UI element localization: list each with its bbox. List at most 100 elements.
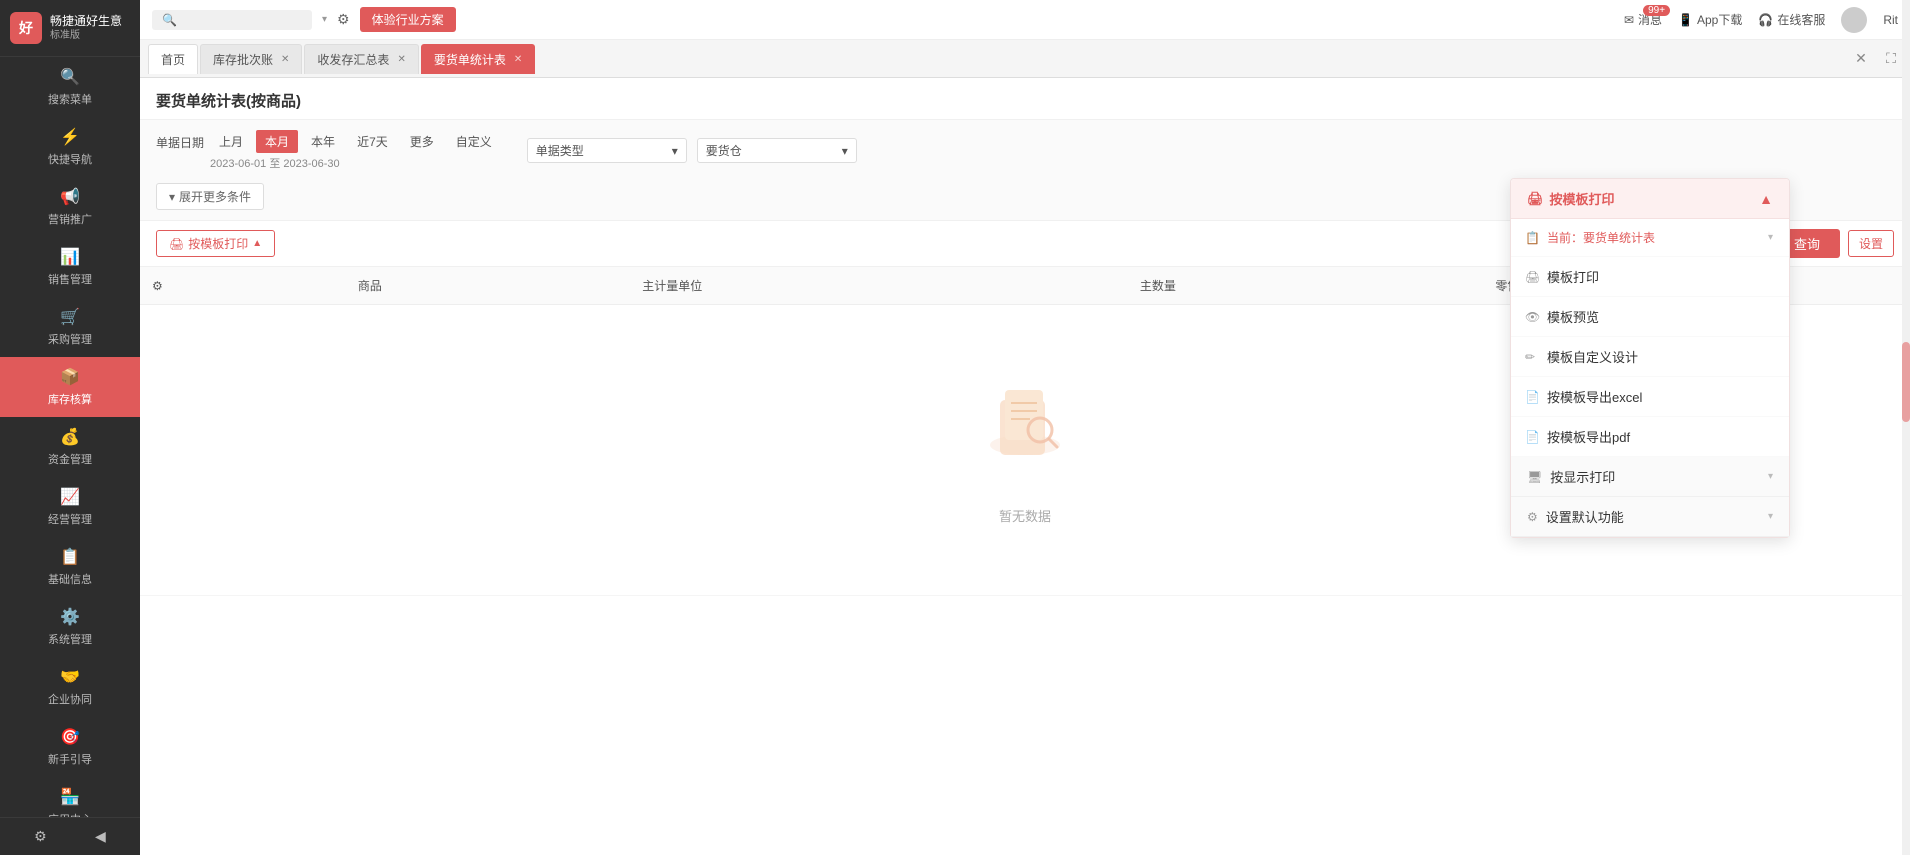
expand-icon: ▾ bbox=[169, 190, 175, 204]
sidebar-item-purchase[interactable]: 🛒采购管理 bbox=[0, 297, 140, 357]
tab-home[interactable]: 首页 bbox=[148, 44, 198, 74]
current-arrow: ▾ bbox=[1768, 232, 1773, 243]
section-icon-display-print: 🖥 bbox=[1527, 470, 1542, 484]
close-tab-button[interactable]: ✕ bbox=[1850, 48, 1872, 70]
sidebar-item-operation[interactable]: 📈经营管理 bbox=[0, 477, 140, 537]
item-icon-template-export-excel: 📄 bbox=[1525, 390, 1540, 404]
right-scrollbar[interactable] bbox=[1902, 0, 1910, 855]
print-dropdown-close[interactable]: ▲ bbox=[1759, 191, 1773, 207]
message-icon: ✉ bbox=[1624, 13, 1634, 27]
template-icon: 📋 bbox=[1525, 231, 1540, 245]
date-btn-自定义[interactable]: 自定义 bbox=[447, 130, 501, 153]
current-label: 当前：要货单统计表 bbox=[1547, 229, 1655, 246]
sidebar-item-appstore[interactable]: 🏪应用中心 bbox=[0, 777, 140, 817]
settings-icon[interactable]: ⚙ bbox=[34, 828, 47, 845]
sidebar-item-basic[interactable]: 📋基础信息 bbox=[0, 537, 140, 597]
topbar-right: ✉ 消息 99+ 📱 App下载 🎧 在线客服 Rit bbox=[1624, 7, 1898, 33]
topbar-dropdown-arrow[interactable]: ▾ bbox=[322, 14, 327, 25]
item-label-template-print: 模板打印 bbox=[1547, 267, 1599, 286]
print-section-display-print[interactable]: 🖥按显示打印▾ bbox=[1511, 457, 1789, 497]
date-btn-本年[interactable]: 本年 bbox=[302, 130, 344, 153]
print-icon: 🖨 bbox=[169, 237, 184, 251]
tab-label-home: 首页 bbox=[161, 51, 185, 68]
topbar-search[interactable]: 🔍 bbox=[152, 10, 312, 30]
main-area: 🔍 ▾ ⚙ 体验行业方案 ✉ 消息 99+ 📱 App下载 🎧 在线客服 Rit bbox=[140, 0, 1910, 855]
close-tab-inventory-batch[interactable]: ✕ bbox=[281, 54, 289, 65]
print-item-template-design[interactable]: ✏模板自定义设计 bbox=[1511, 337, 1789, 377]
print-items: 🖨模板打印👁模板预览✏模板自定义设计📄按模板导出excel📄按模板导出pdf bbox=[1511, 257, 1789, 457]
item-label-template-design: 模板自定义设计 bbox=[1547, 347, 1638, 366]
user-avatar[interactable] bbox=[1841, 7, 1867, 33]
type-select[interactable]: 单据类型 ▾ bbox=[527, 138, 687, 163]
tab-order-stats[interactable]: 要货单统计表 ✕ bbox=[421, 44, 535, 74]
sidebar-logo: 好 畅捷通好生意 标准版 bbox=[0, 0, 140, 57]
date-range-text: 2023-06-01 至 2023-06-30 bbox=[210, 155, 501, 171]
app-logo-icon: 好 bbox=[10, 12, 42, 44]
section-label-display-print: 按显示打印 bbox=[1550, 467, 1615, 486]
sidebar-label-guide: 新手引导 bbox=[48, 751, 92, 767]
sidebar-item-inventory[interactable]: 📦库存核算 bbox=[0, 357, 140, 417]
print-item-template-print[interactable]: 🖨模板打印 bbox=[1511, 257, 1789, 297]
online-service-label: 在线客服 bbox=[1777, 11, 1825, 28]
content-area: 要货单统计表(按商品) 单据日期 上月本月本年近7天更多自定义 2023-06-… bbox=[140, 78, 1910, 855]
sidebar-icon-marketing: 📢 bbox=[60, 187, 80, 207]
topbar: 🔍 ▾ ⚙ 体验行业方案 ✉ 消息 99+ 📱 App下载 🎧 在线客服 Rit bbox=[140, 0, 1910, 40]
warehouse-select[interactable]: 要货仓 ▾ bbox=[697, 138, 857, 163]
date-btn-本月[interactable]: 本月 bbox=[256, 130, 298, 153]
tab-inventory-batch[interactable]: 库存批次账✕ bbox=[200, 44, 302, 74]
maximize-tab-button[interactable]: ⛶ bbox=[1880, 48, 1902, 70]
sidebar-item-search[interactable]: 🔍搜索菜单 bbox=[0, 57, 140, 117]
sidebar-item-shortcut[interactable]: ⚡快捷导航 bbox=[0, 117, 140, 177]
scrollbar-thumb bbox=[1902, 342, 1910, 422]
print-button[interactable]: 🖨 按模板打印 ▲ bbox=[156, 230, 275, 257]
print-item-template-preview[interactable]: 👁模板预览 bbox=[1511, 297, 1789, 337]
messages-badge: 99+ bbox=[1643, 5, 1670, 16]
sidebar-icon-system: ⚙️ bbox=[60, 607, 80, 627]
app-download-button[interactable]: 📱 App下载 bbox=[1678, 11, 1742, 28]
empty-illustration bbox=[975, 375, 1075, 475]
date-btn-更多[interactable]: 更多 bbox=[401, 130, 443, 153]
print-dropdown-title: 🖨 按模板打印 bbox=[1527, 189, 1615, 208]
messages-button[interactable]: ✉ 消息 99+ bbox=[1624, 11, 1662, 28]
sidebar-label-sales: 销售管理 bbox=[48, 271, 92, 287]
expand-button[interactable]: ▾ 展开更多条件 bbox=[156, 183, 264, 210]
username-label: Rit bbox=[1883, 13, 1898, 27]
print-item-template-export-pdf[interactable]: 📄按模板导出pdf bbox=[1511, 417, 1789, 457]
print-item-template-export-excel[interactable]: 📄按模板导出excel bbox=[1511, 377, 1789, 417]
sidebar-label-operation: 经营管理 bbox=[48, 511, 92, 527]
audio-icon[interactable]: ◀ bbox=[95, 828, 106, 845]
type-label: 单据类型 bbox=[536, 142, 584, 159]
sidebar-icon-appstore: 🏪 bbox=[60, 787, 80, 807]
print-dropdown: 🖨 按模板打印 ▲ 📋 当前：要货单统计表 ▾ 🖨模板打印👁模板预览✏模板自定义… bbox=[1510, 178, 1790, 538]
date-btn-上月[interactable]: 上月 bbox=[210, 130, 252, 153]
current-template-item[interactable]: 📋 当前：要货单统计表 ▾ bbox=[1511, 219, 1789, 257]
online-service-button[interactable]: 🎧 在线客服 bbox=[1758, 11, 1825, 28]
sidebar-item-collab[interactable]: 🤝企业协同 bbox=[0, 657, 140, 717]
sidebar-item-sales[interactable]: 📊销售管理 bbox=[0, 237, 140, 297]
topbar-gear-icon[interactable]: ⚙ bbox=[337, 11, 350, 28]
sidebar-label-finance: 资金管理 bbox=[48, 451, 92, 467]
industry-button[interactable]: 体验行业方案 bbox=[360, 7, 456, 32]
close-tab-receipt-summary[interactable]: ✕ bbox=[397, 54, 405, 65]
sidebar-item-marketing[interactable]: 📢营销推广 bbox=[0, 177, 140, 237]
warehouse-label: 要货仓 bbox=[706, 142, 742, 159]
close-tab-order-stats[interactable]: ✕ bbox=[514, 54, 522, 65]
item-label-template-preview: 模板预览 bbox=[1547, 307, 1599, 326]
tab-label-order-stats: 要货单统计表 bbox=[434, 51, 506, 68]
section-label-default-func: 设置默认功能 bbox=[1546, 507, 1624, 526]
sidebar-item-guide[interactable]: 🎯新手引导 bbox=[0, 717, 140, 777]
gear-col-icon[interactable]: ⚙ bbox=[152, 279, 163, 293]
date-controls: 上月本月本年近7天更多自定义 2023-06-01 至 2023-06-30 bbox=[210, 130, 501, 171]
brand-name: 畅捷通好生意 bbox=[50, 13, 122, 30]
print-section-default-func[interactable]: ⚙设置默认功能▾ bbox=[1511, 497, 1789, 537]
col-header-0: ⚙ bbox=[140, 267, 346, 305]
sidebar-label-collab: 企业协同 bbox=[48, 691, 92, 707]
date-btn-近7天[interactable]: 近7天 bbox=[348, 130, 397, 153]
sidebar-icon-finance: 💰 bbox=[60, 427, 80, 447]
settings-button[interactable]: 设置 bbox=[1848, 230, 1894, 257]
tab-receipt-summary[interactable]: 收发存汇总表✕ bbox=[304, 44, 418, 74]
sidebar-item-system[interactable]: ⚙️系统管理 bbox=[0, 597, 140, 657]
print-dropdown-title-text: 按模板打印 bbox=[1550, 189, 1615, 208]
sidebar-item-finance[interactable]: 💰 资金管理 bbox=[0, 417, 140, 477]
print-label: 按模板打印 bbox=[188, 235, 248, 252]
